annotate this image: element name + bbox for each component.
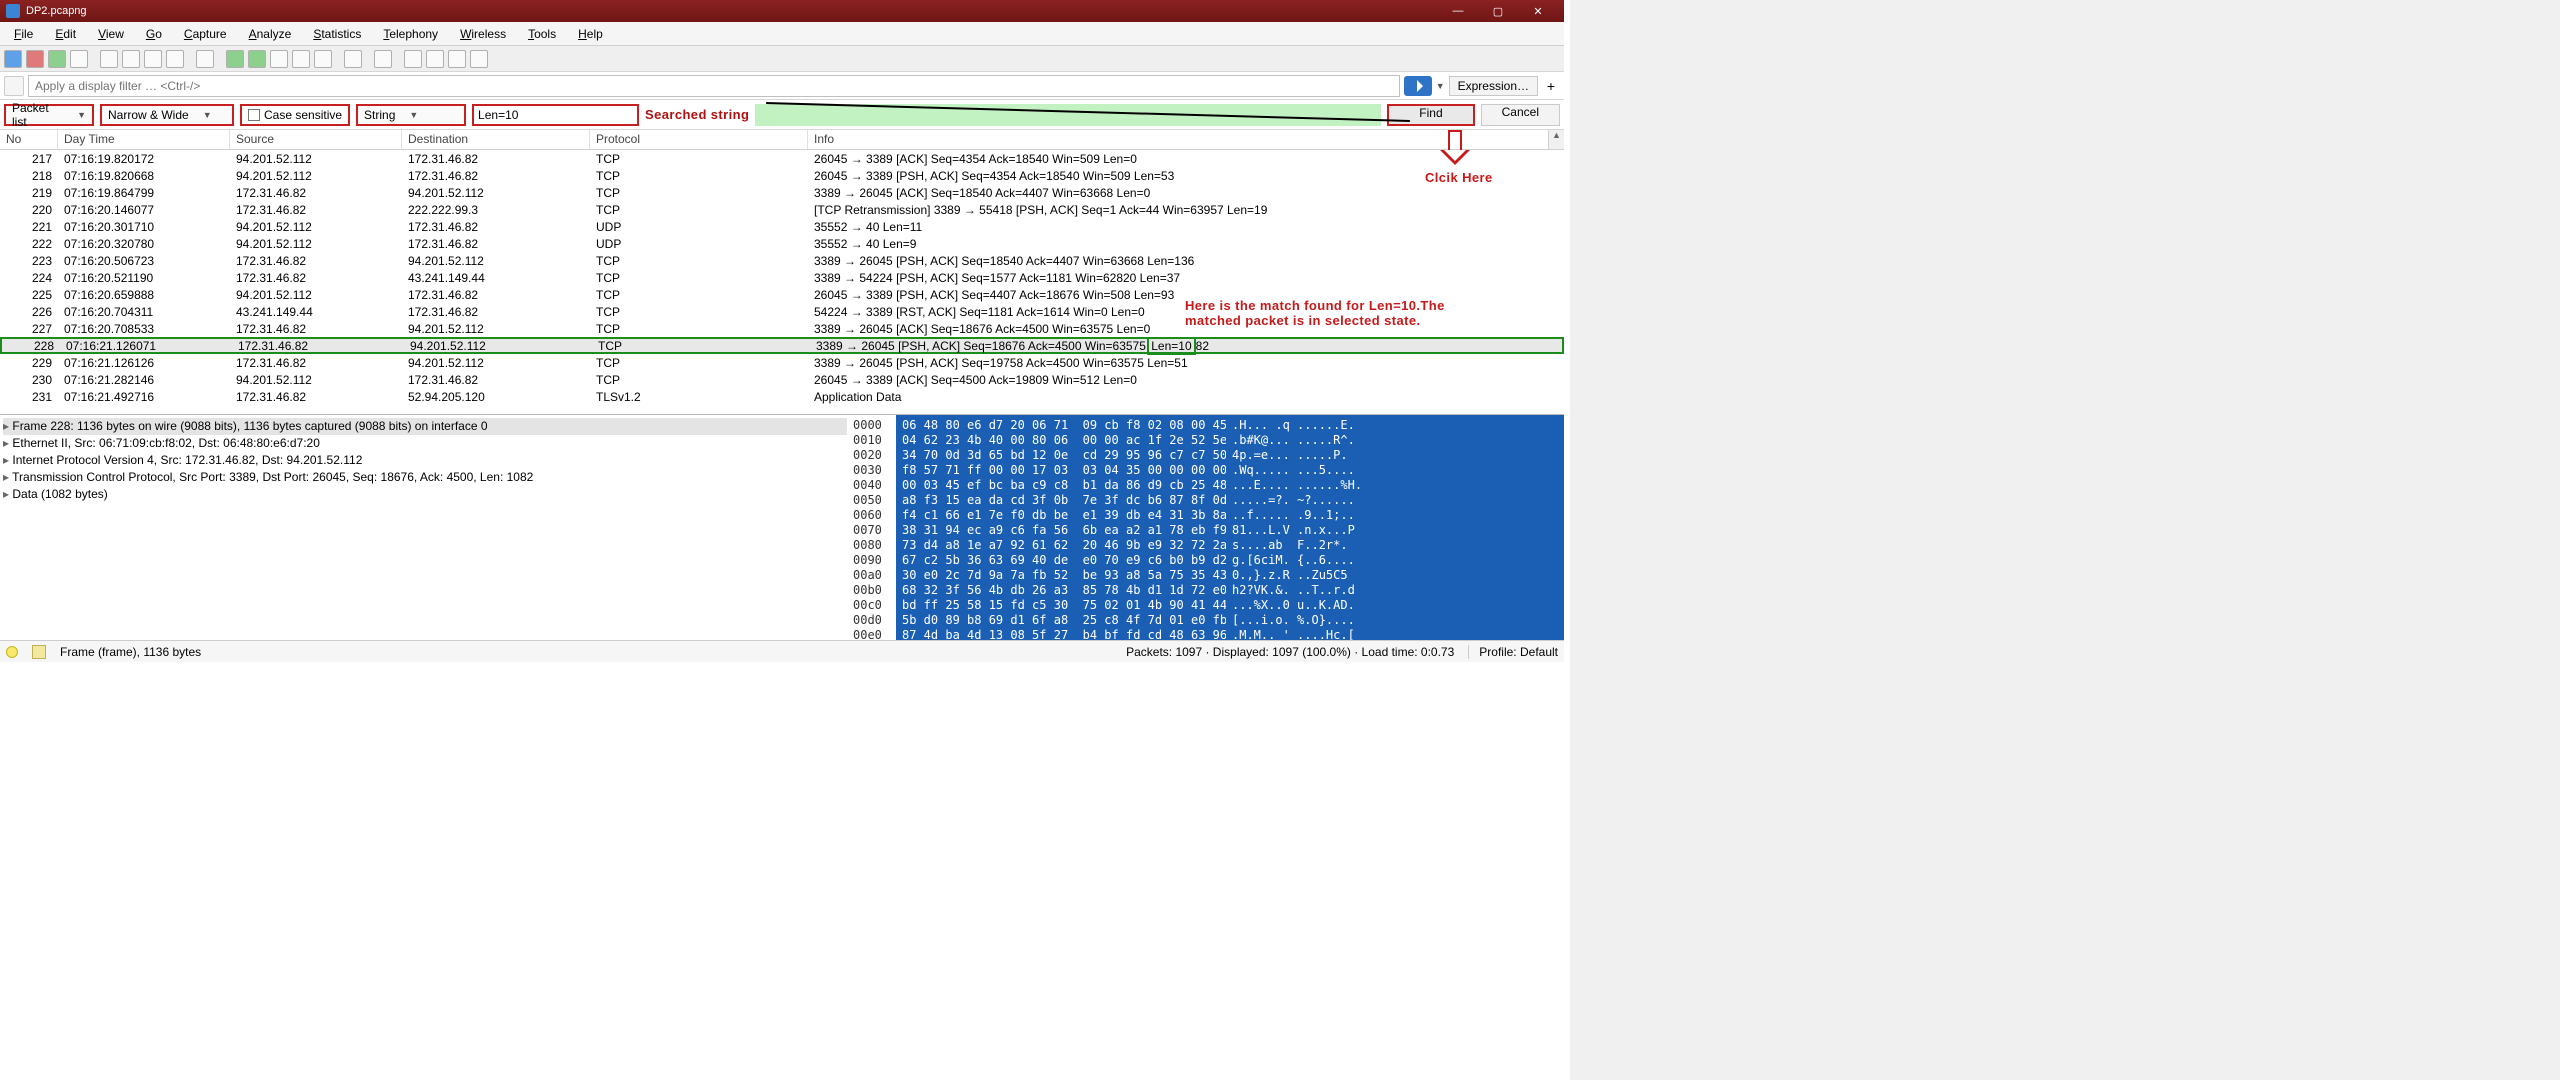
hex-bytes: 06 48 80 e6 d7 20 06 71 09 cb f8 02 08 0… xyxy=(896,415,1226,640)
table-row[interactable]: 22807:16:21.126071172.31.46.8294.201.52.… xyxy=(0,337,1564,354)
goto-icon[interactable] xyxy=(270,50,288,68)
case-sensitive-checkbox[interactable]: Case sensitive xyxy=(240,104,350,126)
notes-icon[interactable] xyxy=(32,645,46,659)
status-packets: Packets: 1097 · Displayed: 1097 (100.0%)… xyxy=(1126,645,1454,659)
table-row[interactable]: 22907:16:21.126126172.31.46.8294.201.52.… xyxy=(0,354,1564,371)
expert-led-icon[interactable] xyxy=(6,646,18,658)
save-icon[interactable] xyxy=(122,50,140,68)
table-row[interactable]: 22607:16:20.70431143.241.149.44172.31.46… xyxy=(0,303,1564,320)
display-filter-input[interactable] xyxy=(28,75,1400,97)
menu-go[interactable]: Go xyxy=(136,24,172,44)
app-icon xyxy=(6,4,20,18)
hex-ascii: .H... .q ......E. .b#K@... .....R^. 4p.=… xyxy=(1226,415,1564,640)
menu-analyze[interactable]: Analyze xyxy=(239,24,302,44)
menu-capture[interactable]: Capture xyxy=(174,24,237,44)
table-row[interactable]: 22407:16:20.521190172.31.46.8243.241.149… xyxy=(0,269,1564,286)
search-type-dropdown[interactable]: String▼ xyxy=(356,104,466,126)
menu-statistics[interactable]: Statistics xyxy=(303,24,371,44)
search-scope-dropdown[interactable]: Packet list▼ xyxy=(4,104,94,126)
find-icon[interactable] xyxy=(196,50,214,68)
wireshark-window: DP2.pcapng — ▢ ✕ FileEditViewGoCaptureAn… xyxy=(0,0,1564,662)
tree-node[interactable]: ▸ Internet Protocol Version 4, Src: 172.… xyxy=(3,452,847,469)
menu-bar: FileEditViewGoCaptureAnalyzeStatisticsTe… xyxy=(0,22,1564,46)
back-icon[interactable] xyxy=(226,50,244,68)
table-row[interactable]: 22007:16:20.146077172.31.46.82222.222.99… xyxy=(0,201,1564,218)
find-button[interactable]: Find xyxy=(1387,104,1474,126)
packet-scrollbar[interactable]: ▲ xyxy=(1548,130,1564,149)
table-row[interactable]: 21907:16:19.864799172.31.46.8294.201.52.… xyxy=(0,184,1564,201)
display-filter-row: ▼ Expression… + xyxy=(0,72,1564,100)
tree-node[interactable]: ▸ Data (1082 bytes) xyxy=(3,486,847,503)
filter-history-dropdown[interactable]: ▼ xyxy=(1436,81,1445,91)
zoom-in-icon[interactable] xyxy=(404,50,422,68)
resize-cols-icon[interactable] xyxy=(470,50,488,68)
first-icon[interactable] xyxy=(292,50,310,68)
last-icon[interactable] xyxy=(314,50,332,68)
col-source[interactable]: Source xyxy=(230,130,402,149)
packet-list-header: No Day Time Source Destination Protocol … xyxy=(0,130,1564,150)
hex-offsets: 0000 0010 0020 0030 0040 0050 0060 0070 … xyxy=(850,415,896,640)
open-icon[interactable] xyxy=(100,50,118,68)
menu-help[interactable]: Help xyxy=(568,24,613,44)
menu-tools[interactable]: Tools xyxy=(518,24,566,44)
col-destination[interactable]: Destination xyxy=(402,130,590,149)
cancel-button[interactable]: Cancel xyxy=(1481,104,1560,126)
table-row[interactable]: 23107:16:21.492716172.31.46.8252.94.205.… xyxy=(0,388,1564,405)
col-protocol[interactable]: Protocol xyxy=(590,130,808,149)
apply-filter-icon[interactable] xyxy=(1404,76,1432,96)
packet-list[interactable]: 21707:16:19.82017294.201.52.112172.31.46… xyxy=(0,150,1564,414)
tree-node[interactable]: ▸ Transmission Control Protocol, Src Por… xyxy=(3,469,847,486)
tree-node[interactable]: ▸ Ethernet II, Src: 06:71:09:cb:f8:02, D… xyxy=(3,435,847,452)
detail-panes: ▸ Frame 228: 1136 bytes on wire (9088 bi… xyxy=(0,414,1564,640)
start-capture-icon[interactable] xyxy=(4,50,22,68)
menu-wireless[interactable]: Wireless xyxy=(450,24,516,44)
hex-view[interactable]: 0000 0010 0020 0030 0040 0050 0060 0070 … xyxy=(850,415,1564,640)
options-icon[interactable] xyxy=(70,50,88,68)
table-row[interactable]: 23007:16:21.28214694.201.52.112172.31.46… xyxy=(0,371,1564,388)
table-row[interactable]: 22107:16:20.30171094.201.52.112172.31.46… xyxy=(0,218,1564,235)
tree-node[interactable]: ▸ Frame 228: 1136 bytes on wire (9088 bi… xyxy=(3,418,847,435)
stop-capture-icon[interactable] xyxy=(26,50,44,68)
table-row[interactable]: 22507:16:20.65988894.201.52.112172.31.46… xyxy=(0,286,1564,303)
add-filter-button[interactable]: + xyxy=(1542,78,1560,94)
window-title: DP2.pcapng xyxy=(26,5,87,17)
annotation-searched-string: Searched string xyxy=(645,107,749,122)
titlebar: DP2.pcapng — ▢ ✕ xyxy=(0,0,1564,22)
expression-button[interactable]: Expression… xyxy=(1449,76,1538,96)
restart-capture-icon[interactable] xyxy=(48,50,66,68)
search-highlight-bar xyxy=(755,104,1381,126)
col-no[interactable]: No xyxy=(0,130,58,149)
search-charset-dropdown[interactable]: Narrow & Wide▼ xyxy=(100,104,234,126)
bookmark-icon[interactable] xyxy=(4,76,24,96)
autoscroll-icon[interactable] xyxy=(344,50,362,68)
close-file-icon[interactable] xyxy=(144,50,162,68)
search-query-input[interactable] xyxy=(472,104,639,126)
table-row[interactable]: 21707:16:19.82017294.201.52.112172.31.46… xyxy=(0,150,1564,167)
minimize-button[interactable]: — xyxy=(1438,0,1478,22)
forward-icon[interactable] xyxy=(248,50,266,68)
zoom-reset-icon[interactable] xyxy=(448,50,466,68)
packet-detail-tree[interactable]: ▸ Frame 228: 1136 bytes on wire (9088 bi… xyxy=(0,415,850,640)
col-info[interactable]: Info xyxy=(808,130,1564,149)
table-row[interactable]: 22307:16:20.506723172.31.46.8294.201.52.… xyxy=(0,252,1564,269)
status-frame: Frame (frame), 1136 bytes xyxy=(60,645,201,659)
reload-icon[interactable] xyxy=(166,50,184,68)
colorize-icon[interactable] xyxy=(374,50,392,68)
table-row[interactable]: 22207:16:20.32078094.201.52.112172.31.46… xyxy=(0,235,1564,252)
menu-telephony[interactable]: Telephony xyxy=(373,24,448,44)
table-row[interactable]: 22707:16:20.708533172.31.46.8294.201.52.… xyxy=(0,320,1564,337)
main-toolbar xyxy=(0,46,1564,72)
letterbox xyxy=(1570,0,2560,1080)
menu-view[interactable]: View xyxy=(88,24,134,44)
zoom-out-icon[interactable] xyxy=(426,50,444,68)
col-daytime[interactable]: Day Time xyxy=(58,130,230,149)
table-row[interactable]: 21807:16:19.82066894.201.52.112172.31.46… xyxy=(0,167,1564,184)
status-profile[interactable]: Profile: Default xyxy=(1468,645,1558,659)
status-bar: Frame (frame), 1136 bytes Packets: 1097 … xyxy=(0,640,1564,662)
maximize-button[interactable]: ▢ xyxy=(1478,0,1518,22)
close-button[interactable]: ✕ xyxy=(1518,0,1558,22)
menu-edit[interactable]: Edit xyxy=(45,24,86,44)
find-toolbar: Packet list▼ Narrow & Wide▼ Case sensiti… xyxy=(0,100,1564,130)
menu-file[interactable]: File xyxy=(4,24,43,44)
